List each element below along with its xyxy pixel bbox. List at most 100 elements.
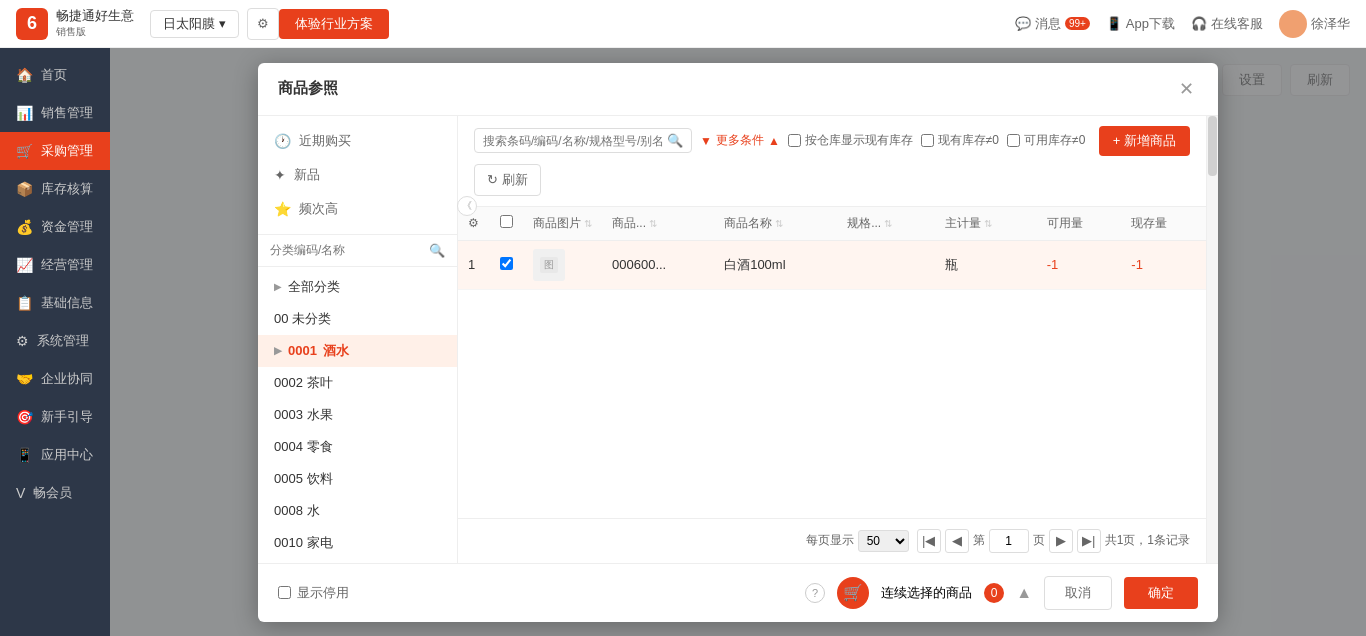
row-img: 图 [523,240,602,289]
add-product-button[interactable]: + 新增商品 [1099,126,1190,156]
category-all[interactable]: ▶ 全部分类 [258,271,457,303]
last-page-button[interactable]: ▶| [1077,529,1101,553]
sidebar-item-operations[interactable]: 📈 经营管理 [0,246,110,284]
checkbox-available[interactable] [921,134,934,147]
sidebar-item-sales[interactable]: 📊 销售管理 [0,94,110,132]
scrollbar[interactable] [1206,116,1218,563]
refresh-button[interactable]: ↻ 刷新 [474,164,541,196]
settings-icon[interactable]: ⚙ [247,8,279,40]
category-00[interactable]: 00 未分类 [258,303,457,335]
search-icon[interactable]: 🔍 [667,133,683,148]
checkbox-usable-label[interactable]: 可用库存≠0 [1007,132,1085,149]
sidebar-item-home-label: 首页 [41,66,67,84]
filter-bar: 🔍 ▼ 更多条件 ▲ 按仓库显示现有库存 [458,116,1206,207]
page-number-input[interactable] [989,529,1029,553]
sidebar-item-basicinfo[interactable]: 📋 基础信息 [0,284,110,322]
modal-body: 🕐 近期购买 ✦ 新品 ⭐ 频次高 [258,116,1218,563]
sidebar-item-purchase[interactable]: 🛒 采购管理 [0,132,110,170]
sidebar-item-enterprise[interactable]: 🤝 企业协同 [0,360,110,398]
cart-icon: 🛒 [843,583,863,602]
inventory-icon: 📦 [16,181,33,197]
modal-close-button[interactable]: ✕ [1174,77,1198,101]
category-all-label: 全部分类 [288,278,340,296]
category-0004[interactable]: 0004 零食 [258,431,457,463]
product-search-input[interactable] [483,134,663,148]
category-0008[interactable]: 0008 水 [258,495,457,527]
checkbox-warehouse[interactable] [788,134,801,147]
th-product-name: 商品名称 ⇅ [714,207,837,241]
sort-unit-icon[interactable]: ⇅ [984,218,992,229]
category-0005[interactable]: 0005 饮料 [258,463,457,495]
cancel-button[interactable]: 取消 [1044,576,1112,610]
home-icon: 🏠 [16,67,33,83]
product-table: ⚙ 商品图片 ⇅ [458,207,1206,290]
refresh-icon: ↻ [487,172,498,187]
table-row[interactable]: 1 图 [458,240,1206,289]
row-available: -1 [1037,240,1122,289]
prev-page-button[interactable]: ◀ [945,529,969,553]
sidebar-item-system[interactable]: ⚙ 系统管理 [0,322,110,360]
sidebar-item-home[interactable]: 🏠 首页 [0,56,110,94]
system-icon: ⚙ [16,333,29,349]
category-search-input[interactable] [270,243,421,257]
sort-name-icon[interactable]: ⇅ [775,218,783,229]
page-word: 第 [973,532,985,549]
more-conditions-button[interactable]: ▼ 更多条件 ▲ [700,132,780,149]
collapse-up-icon[interactable]: ▲ [1016,584,1032,602]
th-checkbox [490,207,523,241]
sidebar-item-finance[interactable]: 💰 资金管理 [0,208,110,246]
main-layout: 🏠 首页 📊 销售管理 🛒 采购管理 📦 库存核算 💰 资金管理 📈 经营管理 … [0,48,1366,636]
display-disabled-checkbox[interactable] [278,586,291,599]
th-image-label: 商品图片 [533,215,581,232]
messages-nav-item[interactable]: 💬 消息 99+ [1015,15,1090,33]
online-service-label: 在线客服 [1211,15,1263,33]
sort-spec-icon[interactable]: ⇅ [884,218,892,229]
footer-right: ? 🛒 连续选择的商品 0 ▲ 取消 确定 [805,576,1198,610]
sidebar-item-sales-label: 销售管理 [41,104,93,122]
category-0003[interactable]: 0003 水果 [258,399,457,431]
help-icon[interactable]: ? [805,583,825,603]
display-disabled-label[interactable]: 显示停用 [278,584,349,602]
sidebar-item-guide-label: 新手引导 [41,408,93,426]
category-0005-label: 0005 饮料 [274,470,333,488]
category-0002[interactable]: 0002 茶叶 [258,367,457,399]
th-product-image: 商品图片 ⇅ [523,207,602,241]
confirm-button[interactable]: 确定 [1124,577,1198,609]
trial-button[interactable]: 体验行业方案 [279,9,389,39]
chevron-down-icon: ▾ [219,16,226,31]
sidebar-item-guide[interactable]: 🎯 新手引导 [0,398,110,436]
sidebar-item-member[interactable]: V 畅会员 [0,474,110,512]
page-total-label: 共1页，1条记录 [1105,532,1190,549]
category-search-icon[interactable]: 🔍 [429,243,445,258]
checkbox-available-text: 现有库存≠0 [938,132,999,149]
category-search-area: 🔍 [258,235,457,267]
first-page-button[interactable]: |◀ [917,529,941,553]
sort-code-icon[interactable]: ⇅ [649,218,657,229]
app-download-nav-item[interactable]: 📱 App下载 [1106,15,1175,33]
checkbox-warehouse-label[interactable]: 按仓库显示现有库存 [788,132,913,149]
quick-tabs: 🕐 近期购买 ✦ 新品 ⭐ 频次高 [258,116,457,235]
per-page-select[interactable]: 50 10 20 100 [858,530,909,552]
company-dropdown[interactable]: 日太阳膜 ▾ [150,10,239,38]
select-all-checkbox[interactable] [500,215,513,228]
frequent-tab[interactable]: ⭐ 频次高 [258,192,457,226]
cart-button[interactable]: 🛒 [837,577,869,609]
checkbox-usable[interactable] [1007,134,1020,147]
img-tag: 图 [540,257,558,273]
new-icon: ✦ [274,167,286,183]
category-0001[interactable]: ▶ 0001 酒水 [258,335,457,367]
row-checkbox[interactable] [500,257,513,270]
next-page-button[interactable]: ▶ [1049,529,1073,553]
sidebar-item-inventory[interactable]: 📦 库存核算 [0,170,110,208]
sort-image-icon[interactable]: ⇅ [584,218,592,229]
category-0010[interactable]: 0010 家电 [258,527,457,559]
new-products-tab[interactable]: ✦ 新品 [258,158,457,192]
checkbox-available-label[interactable]: 现有库存≠0 [921,132,999,149]
sidebar-item-apps[interactable]: 📱 应用中心 [0,436,110,474]
left-panel-collapse-button[interactable]: 《 [457,196,477,216]
online-service-nav-item[interactable]: 🎧 在线客服 [1191,15,1263,33]
recent-purchase-tab[interactable]: 🕐 近期购买 [258,124,457,158]
user-profile-nav-item[interactable]: 徐泽华 [1279,10,1350,38]
row-unit: 瓶 [935,240,1036,289]
th-unit: 主计量 ⇅ [935,207,1036,241]
